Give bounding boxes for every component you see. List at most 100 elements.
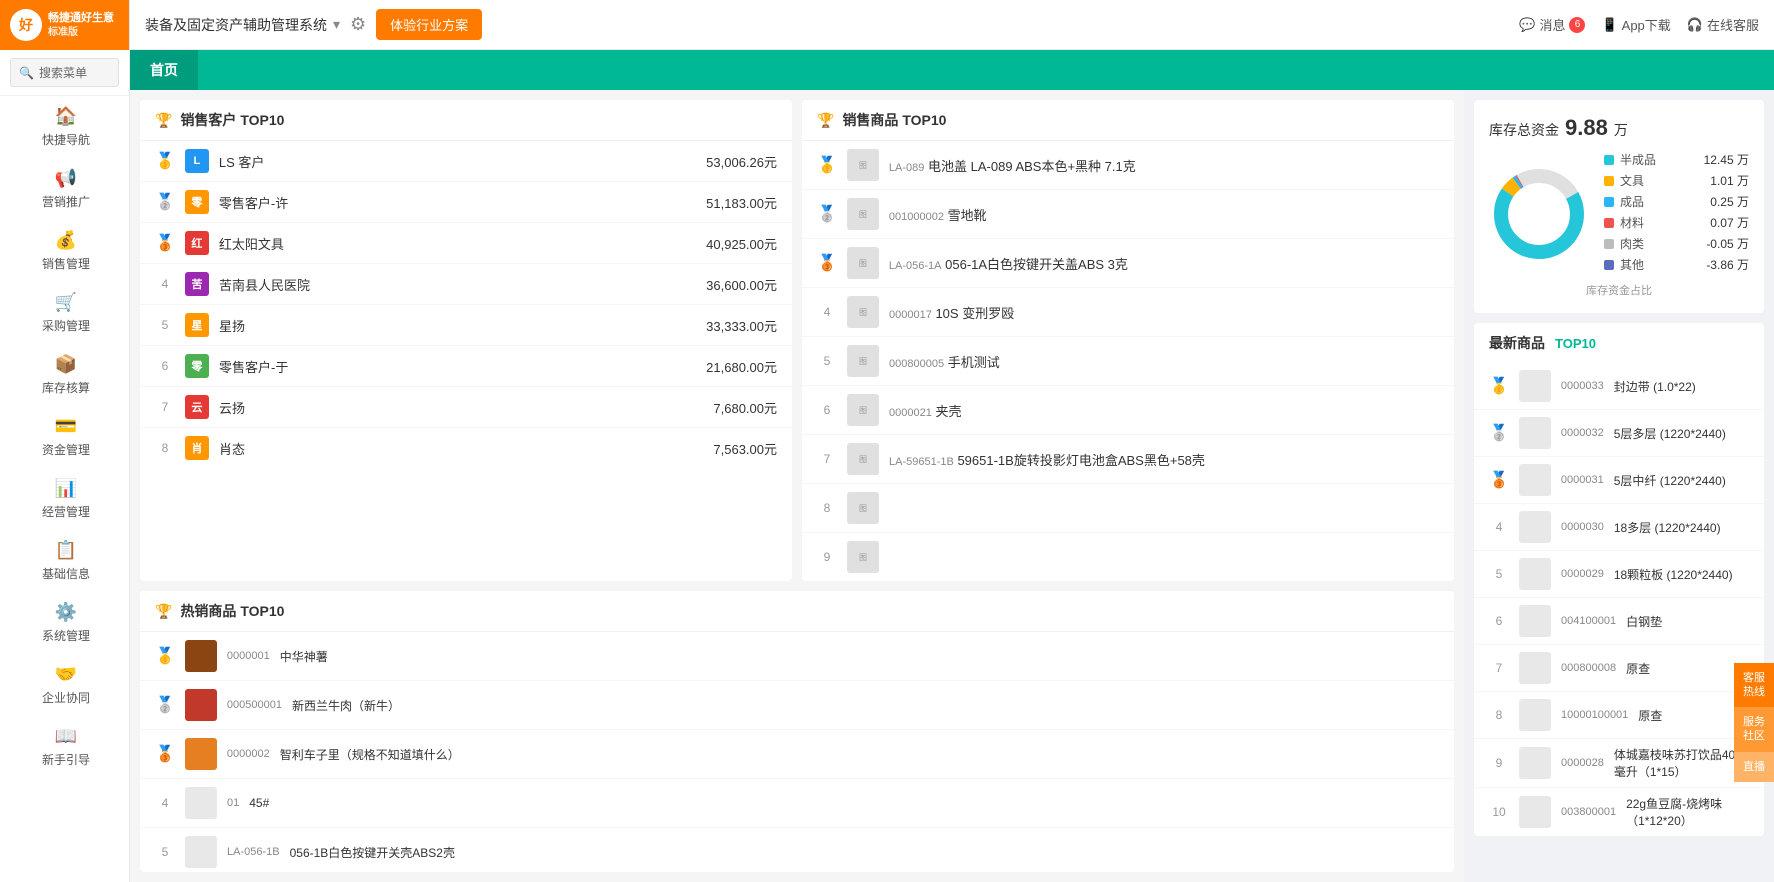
list-item: 10 003800001 22g鱼豆腐-烧烤味（1*12*20）: [1474, 788, 1764, 836]
stock-panel: 库存总资金 9.88 万: [1474, 100, 1764, 313]
sidebar-item-purchase[interactable]: 🛒 采购管理: [0, 282, 129, 344]
product-img: 图: [847, 541, 879, 573]
rank-number: 5: [155, 845, 175, 859]
sidebar: 好 畅捷通好生意 标准版 🔍 搜索菜单 🏠 快捷导航 📢 营销推广 💰 销售管理…: [0, 0, 130, 882]
product-image: [185, 836, 217, 868]
list-item: 🥈 0000032 5层多层 (1220*2440): [1474, 410, 1764, 457]
avatar: 苦: [185, 272, 209, 296]
table-row: 6 图 0000021 夹壳: [802, 386, 1454, 435]
medal-icon: 🥈: [817, 204, 837, 224]
sidebar-item-operations[interactable]: 📊 经营管理: [0, 468, 129, 530]
table-row: 5 星 星扬 33,333.00元: [140, 305, 792, 346]
sidebar-search-area: 🔍 搜索菜单: [0, 50, 129, 96]
trophy-icon: 🏆: [155, 603, 172, 620]
marketing-icon: 📢: [55, 168, 77, 189]
sidebar-item-stock[interactable]: 📦 库存核算: [0, 344, 129, 406]
sidebar-item-guide[interactable]: 📖 新手引导: [0, 716, 129, 778]
legend-dot: [1604, 218, 1614, 228]
finance-icon: 💳: [55, 416, 77, 437]
product-ranking-panel: 🏆 销售商品 TOP10 🥇 图 LA-089 电池盖 LA-089 ABS本色…: [802, 100, 1454, 581]
message-group[interactable]: 💬 消息 6: [1519, 15, 1585, 34]
list-item: 🥉 0000002 智利车子里（规格不知道填什么）: [140, 730, 1454, 779]
tab-home[interactable]: 首页: [130, 50, 198, 90]
search-menu-button[interactable]: 🔍 搜索菜单: [10, 58, 119, 87]
rank-number: 9: [817, 550, 837, 564]
legend-item: 半成品 12.45 万: [1604, 151, 1749, 168]
medal-icon: 🥇: [1489, 376, 1509, 396]
product-img: [1519, 796, 1551, 828]
sidebar-item-system[interactable]: ⚙️ 系统管理: [0, 592, 129, 654]
table-row: 6 零 零售客户-于 21,680.00元: [140, 346, 792, 387]
rank-number: 4: [155, 796, 175, 810]
sidebar-item-sales[interactable]: 💰 销售管理: [0, 220, 129, 282]
sidebar-item-basic-info[interactable]: 📋 基础信息: [0, 530, 129, 592]
ranking-row: 🏆 销售客户 TOP10 🥇 L LS 客户 53,006.26元 🥈 零: [140, 100, 1454, 581]
rank-number: 10: [1489, 805, 1509, 819]
product-img: 图: [847, 149, 879, 181]
list-item: 🥇 0000001 中华神薯: [140, 632, 1454, 681]
settings-icon[interactable]: ⚙: [350, 14, 366, 35]
rank-number: 4: [817, 305, 837, 319]
purchase-icon: 🛒: [55, 292, 77, 313]
hot-products-header: 🏆 热销商品 TOP10: [140, 591, 1454, 632]
live-button[interactable]: 直播: [1734, 752, 1774, 782]
stock-caption: 库存资金占比: [1489, 282, 1749, 298]
logo-text: 畅捷通好生意 标准版: [48, 11, 114, 38]
legend-dot: [1604, 197, 1614, 207]
medal-icon: 🥉: [817, 253, 837, 273]
product-img: [1519, 652, 1551, 684]
table-row: 🥈 图 001000002 雪地靴: [802, 190, 1454, 239]
table-row: 4 图 0000017 10S 变刑罗殴: [802, 288, 1454, 337]
rank-number: 6: [1489, 614, 1509, 628]
legend-list: 半成品 12.45 万 文具 1.01 万 成品 0.25 万: [1604, 151, 1749, 277]
medal-icon: 🥈: [155, 695, 175, 715]
legend-item: 材料 0.07 万: [1604, 214, 1749, 231]
sidebar-item-enterprise[interactable]: 🤝 企业协同: [0, 654, 129, 716]
dropdown-icon[interactable]: ▾: [333, 16, 340, 33]
product-img: [1519, 417, 1551, 449]
product-img: 图: [847, 198, 879, 230]
product-img: 图: [847, 443, 879, 475]
medal-icon: 🥈: [155, 192, 175, 212]
customer-service-button[interactable]: 客服热线: [1734, 663, 1774, 708]
product-img: [1519, 699, 1551, 731]
right-scroll: 库存总资金 9.88 万: [1464, 90, 1774, 882]
product-img: [1519, 464, 1551, 496]
customer-ranking-table: 🥇 L LS 客户 53,006.26元 🥈 零 零售客户-许 51,183.0…: [140, 141, 792, 468]
legend-dot: [1604, 260, 1614, 270]
rank-number: 6: [817, 403, 837, 417]
trial-plan-button[interactable]: 体验行业方案: [376, 9, 482, 40]
avatar: 星: [185, 313, 209, 337]
app-download-group[interactable]: 📱 App下载: [1601, 15, 1670, 34]
list-item: 5 LA-056-1B 056-1B白色按键开关壳ABS2壳: [140, 828, 1454, 872]
service-community-button[interactable]: 服务社区: [1734, 707, 1774, 752]
product-img: [1519, 370, 1551, 402]
new-products-panel: 最新商品 TOP10 🥇 0000033 封边带 (1.0*22) 🥈 0000…: [1474, 323, 1764, 836]
table-row: 🥇 图 LA-089 电池盖 LA-089 ABS本色+黑种 7.1克: [802, 141, 1454, 190]
medal-icon: 🥇: [817, 155, 837, 175]
product-img: 图: [847, 394, 879, 426]
rank-number: 5: [155, 318, 175, 332]
headset-icon: 🎧: [1687, 17, 1703, 33]
sidebar-item-marketing[interactable]: 📢 营销推广: [0, 158, 129, 220]
medal-icon: 🥇: [155, 646, 175, 666]
avatar: L: [185, 149, 209, 173]
table-row: 9 图: [802, 533, 1454, 581]
sidebar-item-quick-nav[interactable]: 🏠 快捷导航: [0, 96, 129, 158]
avatar: 云: [185, 395, 209, 419]
medal-icon: 🥈: [1489, 423, 1509, 443]
table-row: 4 苦 苦南县人民医院 36,600.00元: [140, 264, 792, 305]
table-row: 8 肖 肖态 7,563.00元: [140, 428, 792, 468]
rank-number: 7: [155, 400, 175, 414]
system-title: 装备及固定资产辅助管理系统 ▾: [145, 15, 340, 35]
sidebar-item-finance[interactable]: 💳 资金管理: [0, 406, 129, 468]
rank-number: 8: [1489, 708, 1509, 722]
rank-number: 5: [817, 354, 837, 368]
search-icon: 🔍: [19, 66, 34, 80]
donut-svg: [1489, 164, 1589, 264]
product-img: 图: [847, 296, 879, 328]
online-service-group[interactable]: 🎧 在线客服: [1687, 15, 1759, 34]
list-item: 9 0000028 体城嘉枝味苏打饮品400毫升（1*15）: [1474, 739, 1764, 788]
topbar-right: 💬 消息 6 📱 App下载 🎧 在线客服: [1519, 15, 1759, 34]
rank-number: 8: [817, 501, 837, 515]
